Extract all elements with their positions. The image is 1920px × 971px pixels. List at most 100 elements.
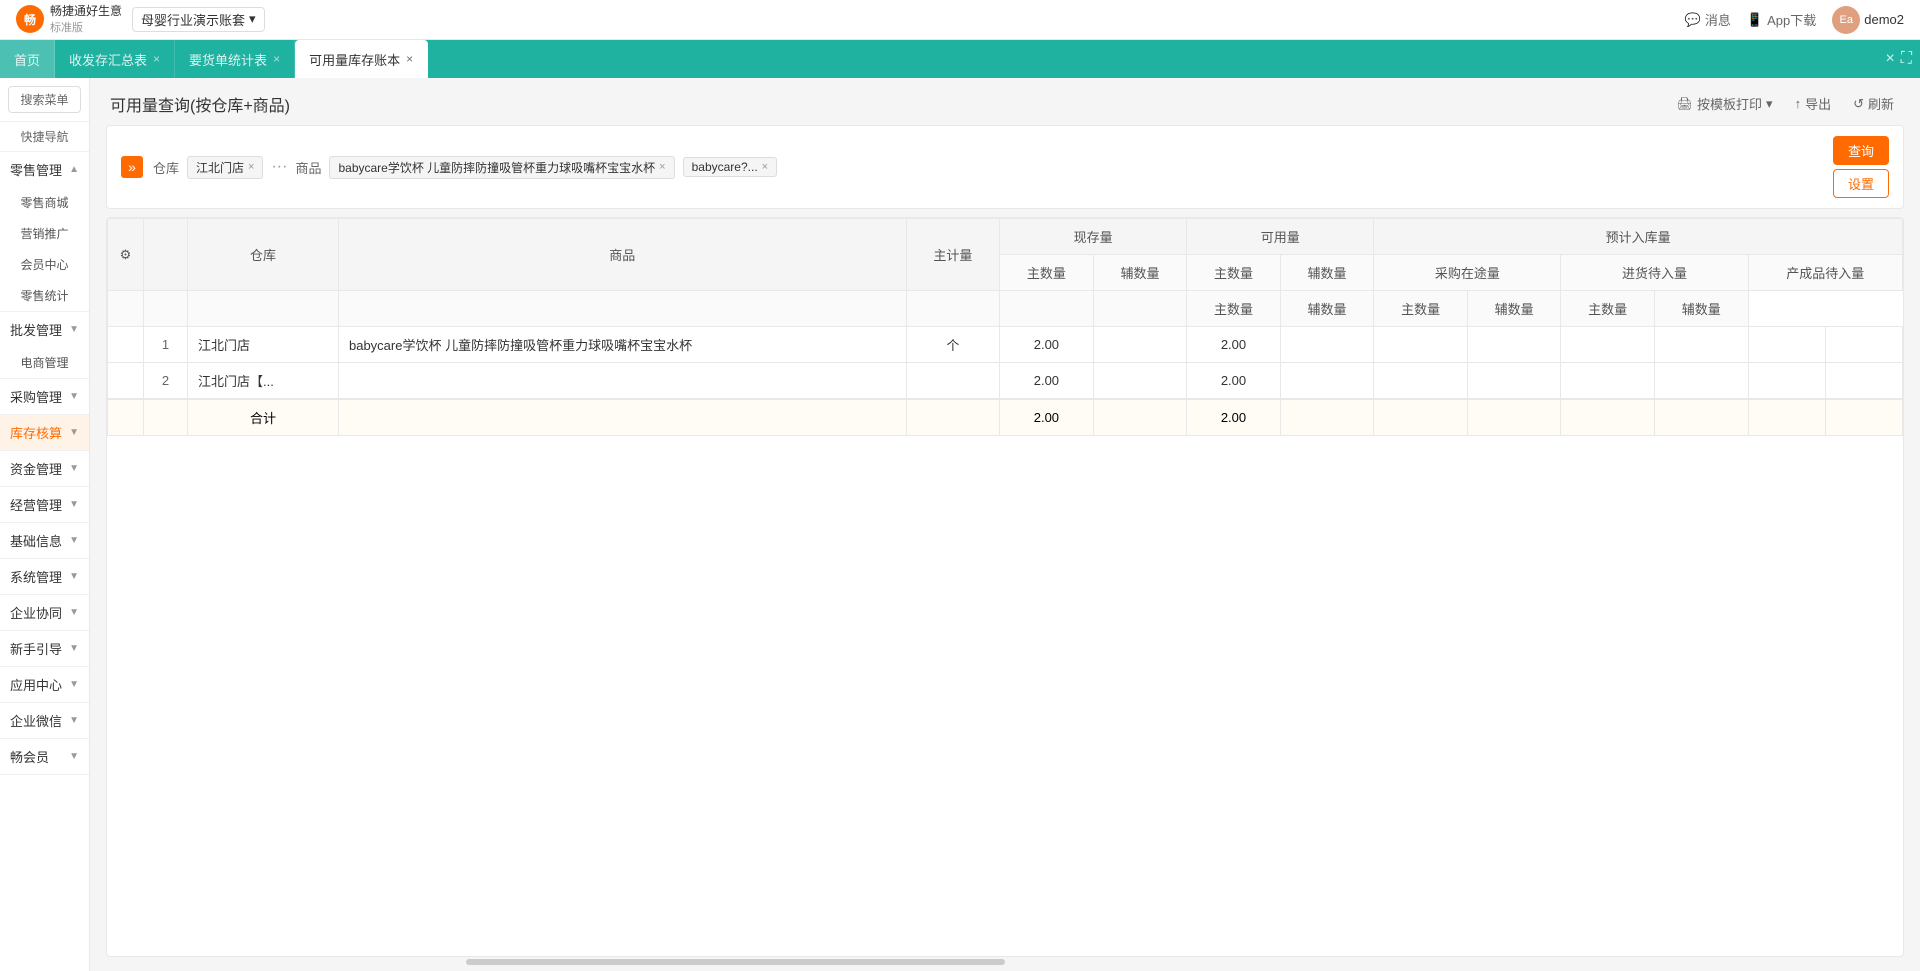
username-label: demo2 <box>1864 12 1904 27</box>
col-num-header <box>144 219 188 291</box>
user-area[interactable]: Ea demo2 <box>1832 6 1904 34</box>
product-tag1-close[interactable]: × <box>659 161 665 173</box>
warehouse-more-btn[interactable]: ··· <box>271 158 287 176</box>
sidebar-enterprise-wx-header[interactable]: 企业微信 ▼ <box>0 703 89 738</box>
export-btn[interactable]: ↑ 导出 <box>1789 90 1838 117</box>
export-icon: ↑ <box>1795 96 1802 111</box>
message-icon: 💬 <box>1685 12 1701 28</box>
chevron-down-icon11: ▼ <box>69 715 79 726</box>
col-product-pending-aux: 辅数量 <box>1654 291 1748 327</box>
col-unit-header: 主计量 <box>906 219 1000 291</box>
filter-actions: 查询 设置 <box>1833 136 1889 198</box>
app-download-btn[interactable]: 📱 App下载 <box>1747 10 1816 29</box>
setting-btn[interactable]: 设置 <box>1833 169 1889 198</box>
sidebar-section-retail: 零售管理 ▲ 零售商城 营销推广 会员中心 零售统计 <box>0 152 89 312</box>
sidebar-section-operations: 经营管理 ▼ <box>0 487 89 523</box>
sidebar-basic-header[interactable]: 基础信息 ▼ <box>0 523 89 558</box>
table-header-row1: ⚙ 仓库 商品 主计量 现存量 可用量 预计入库量 <box>108 219 1903 255</box>
chevron-down-icon: ▾ <box>249 11 256 27</box>
sidebar-item-ecommerce[interactable]: 电商管理 <box>0 347 89 378</box>
sidebar-inventory-header[interactable]: 库存核算 ▼ <box>0 415 89 450</box>
product-tag1: babycare学饮杯 儿童防摔防撞吸管杯重力球吸嘴杯宝宝水杯 × <box>329 156 674 179</box>
sidebar-item-retail-mall[interactable]: 零售商城 <box>0 187 89 218</box>
tab-receipt-summary[interactable]: 收发存汇总表 × <box>55 40 175 78</box>
sidebar-item-marketing[interactable]: 营销推广 <box>0 218 89 249</box>
sidebar-wholesale-header[interactable]: 批发管理 ▼ <box>0 312 89 347</box>
product-tag2-close[interactable]: × <box>762 161 768 173</box>
tab-close-available[interactable]: × <box>406 52 413 66</box>
dropdown-icon: ▾ <box>1766 96 1773 112</box>
sidebar-operations-header[interactable]: 经营管理 ▼ <box>0 487 89 522</box>
sidebar-section-member: 畅会员 ▼ <box>0 739 89 775</box>
col-inbound-pending-header: 进货待入量 <box>1561 255 1748 291</box>
chevron-down-icon7: ▼ <box>69 571 79 582</box>
tab-fullscreen-btn[interactable]: ⛶ <box>1901 50 1912 68</box>
col-current-aux-header: 辅数量 <box>1093 255 1187 291</box>
logo-sub: 标准版 <box>50 19 122 35</box>
tab-controls: × ⛶ <box>1877 40 1920 78</box>
filter-toggle-btn[interactable]: » <box>121 156 143 178</box>
message-btn[interactable]: 💬 消息 <box>1685 10 1731 29</box>
table-footer: 合计 2.00 2.00 <box>108 399 1903 436</box>
print-icon: 🖨 <box>1677 96 1694 112</box>
sidebar-item-member-center[interactable]: 会员中心 <box>0 249 89 280</box>
sidebar-retail-header[interactable]: 零售管理 ▲ <box>0 152 89 187</box>
col-inbound-pending-aux: 辅数量 <box>1467 291 1561 327</box>
tab-available-stock[interactable]: 可用量库存账本 × <box>295 40 428 78</box>
top-bar: 畅 畅捷通好生意 标准版 母婴行业演示账套 ▾ 💬 消息 📱 App下载 Ea … <box>0 0 1920 40</box>
col-current-stock-header: 现存量 <box>1000 219 1187 255</box>
filter-row: 仓库 江北门店 × ··· 商品 babycare学饮杯 儿童防摔防撞吸管杯重力… <box>153 156 1823 179</box>
industry-select[interactable]: 母婴行业演示账套 ▾ <box>132 7 265 32</box>
chevron-down-icon5: ▼ <box>69 499 79 510</box>
sidebar-finance-header[interactable]: 资金管理 ▼ <box>0 451 89 486</box>
filter-area: » 仓库 江北门店 × ··· 商品 babycare学饮杯 儿童防摔防撞吸管杯… <box>106 125 1904 209</box>
chevron-down-icon: ▼ <box>69 324 79 335</box>
bottom-scrollbar[interactable] <box>106 957 1904 967</box>
sidebar-section-finance: 资金管理 ▼ <box>0 451 89 487</box>
tab-home[interactable]: 首页 <box>0 40 55 78</box>
sidebar-member-header[interactable]: 畅会员 ▼ <box>0 739 89 774</box>
settings-col-header[interactable]: ⚙ <box>108 219 144 291</box>
tab-order-stats[interactable]: 要货单统计表 × <box>175 40 295 78</box>
print-template-btn[interactable]: 🖨 按模板打印 ▾ <box>1671 90 1779 117</box>
top-bar-right: 💬 消息 📱 App下载 Ea demo2 <box>1685 6 1904 34</box>
footer-avail-main: 2.00 <box>1187 399 1281 436</box>
scrollbar-thumb <box>466 959 1005 965</box>
chevron-up-icon: ▲ <box>69 164 79 175</box>
col-purchase-onway-aux: 辅数量 <box>1280 291 1374 327</box>
col-avail-main-header: 主数量 <box>1187 255 1281 291</box>
search-menu-btn[interactable]: 搜索菜单 <box>8 86 81 113</box>
col-current-main-header: 主数量 <box>1000 255 1094 291</box>
refresh-btn[interactable]: ↺ 刷新 <box>1847 90 1900 117</box>
chevron-down-icon2: ▼ <box>69 391 79 402</box>
tab-close-receipt[interactable]: × <box>153 52 160 66</box>
chevron-down-icon12: ▼ <box>69 751 79 762</box>
sidebar-section-system: 系统管理 ▼ <box>0 559 89 595</box>
sidebar-item-retail-stats[interactable]: 零售统计 <box>0 280 89 311</box>
sidebar-enterprise-header[interactable]: 企业协同 ▼ <box>0 595 89 630</box>
data-table: ⚙ 仓库 商品 主计量 现存量 可用量 预计入库量 主数量 辅数量 主数量 <box>107 218 1903 436</box>
sidebar-section-wholesale: 批发管理 ▼ 电商管理 <box>0 312 89 379</box>
col-available-header: 可用量 <box>1187 219 1374 255</box>
page-title: 可用量查询(按仓库+商品) <box>110 92 290 116</box>
sidebar-purchase-header[interactable]: 采购管理 ▼ <box>0 379 89 414</box>
warehouse-tag-close[interactable]: × <box>248 161 254 173</box>
col-purchase-onway-header: 采购在途量 <box>1374 255 1561 291</box>
warehouse-label: 仓库 <box>153 158 179 177</box>
query-btn[interactable]: 查询 <box>1833 136 1889 165</box>
tab-close-all-btn[interactable]: × <box>1885 50 1894 68</box>
col-purchase-onway-main: 主数量 <box>1187 291 1281 327</box>
tab-close-order[interactable]: × <box>273 52 280 66</box>
footer-total-row: 合计 2.00 2.00 <box>108 399 1903 436</box>
chevron-down-icon9: ▼ <box>69 643 79 654</box>
sidebar-appcenter-header[interactable]: 应用中心 ▼ <box>0 667 89 702</box>
footer-label: 合计 <box>188 399 339 436</box>
sidebar-system-header[interactable]: 系统管理 ▼ <box>0 559 89 594</box>
chevron-down-icon6: ▼ <box>69 535 79 546</box>
top-bar-left: 畅 畅捷通好生意 标准版 母婴行业演示账套 ▾ <box>16 4 265 34</box>
sidebar-newbie-header[interactable]: 新手引导 ▼ <box>0 631 89 666</box>
col-warehouse-header: 仓库 <box>188 219 339 291</box>
product-label: 商品 <box>295 158 321 177</box>
chevron-down-icon3: ▼ <box>69 427 79 438</box>
quick-nav-btn[interactable]: 快捷导航 <box>0 122 89 152</box>
